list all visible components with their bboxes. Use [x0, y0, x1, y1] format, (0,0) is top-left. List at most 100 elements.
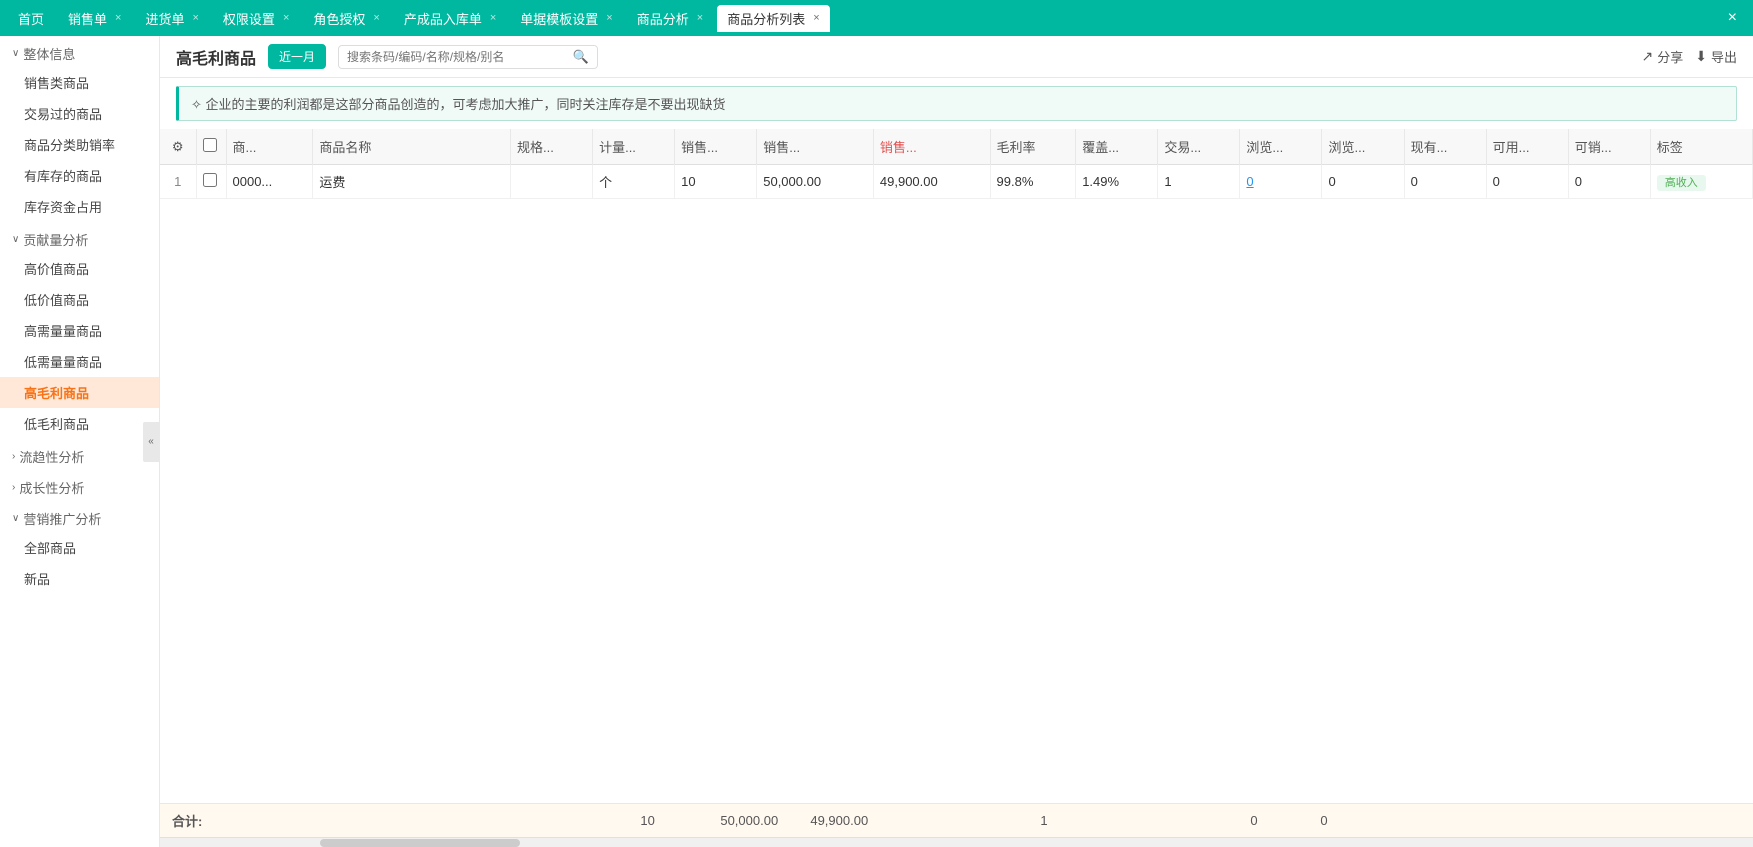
- nav-item-sales[interactable]: 销售单 ×: [58, 5, 131, 32]
- col-current-stock[interactable]: 现有...: [1404, 129, 1486, 165]
- search-input[interactable]: [347, 50, 567, 64]
- sidebar-item-low-value[interactable]: 低价值商品: [0, 284, 159, 315]
- sidebar-item-high-demand[interactable]: 高需量量商品: [0, 315, 159, 346]
- sidebar-collapse-button[interactable]: «: [143, 422, 159, 462]
- col-available[interactable]: 可用...: [1486, 129, 1568, 165]
- col-name[interactable]: 商品名称: [313, 129, 511, 165]
- info-bar: ✧ 企业的主要的利润都是这部分商品创造的，可考虑加大推广，同时关注库存是不要出现…: [176, 86, 1737, 121]
- sidebar-section-wealth[interactable]: ∨ 贡献量分析: [0, 222, 159, 253]
- row-tag: 高收入: [1650, 165, 1752, 199]
- row-transaction: 1: [1158, 165, 1240, 199]
- row-unit: 个: [593, 165, 675, 199]
- wealth-arrow-icon: ∨: [12, 234, 19, 245]
- sidebar-item-traded-goods[interactable]: 交易过的商品: [0, 98, 159, 129]
- row-browse1[interactable]: 0: [1240, 165, 1322, 199]
- row-coverage: 1.49%: [1076, 165, 1158, 199]
- col-checkbox: [196, 129, 226, 165]
- row-sales-qty: 10: [675, 165, 757, 199]
- row-saleable: 0: [1568, 165, 1650, 199]
- nav-item-roles[interactable]: 角色授权 ×: [303, 5, 389, 32]
- search-icon[interactable]: 🔍: [573, 49, 589, 65]
- total-available: 0: [1320, 813, 1390, 828]
- close-analysis-list-tab[interactable]: ×: [813, 12, 819, 24]
- table-header-row: ⚙ 商... 商品名称 规格... 计量... 销售... 销售... 销售..…: [160, 129, 1753, 165]
- sidebar-item-low-margin[interactable]: 低毛利商品: [0, 408, 159, 439]
- close-analysis-tab[interactable]: ×: [697, 12, 703, 24]
- close-app-button[interactable]: ×: [1720, 9, 1745, 27]
- nav-item-home[interactable]: 首页: [8, 5, 54, 32]
- top-nav: 首页 销售单 × 进货单 × 权限设置 × 角色授权 × 产成品入库单 × 单据…: [0, 0, 1753, 36]
- export-button[interactable]: ⬇ 导出: [1695, 47, 1737, 66]
- row-checkbox[interactable]: [196, 165, 226, 199]
- row-current-stock: 0: [1404, 165, 1486, 199]
- row-browse2: 0: [1322, 165, 1404, 199]
- main-layout: « ∨ 整体信息 销售类商品 交易过的商品 商品分类助销率 有库存的商品 库存资…: [0, 36, 1753, 847]
- growth-arrow-icon: ›: [12, 482, 15, 493]
- nav-item-template[interactable]: 单据模板设置 ×: [510, 5, 622, 32]
- sidebar-item-high-value[interactable]: 高价值商品: [0, 253, 159, 284]
- content-area: 高毛利商品 近一月 🔍 ↗ 分享 ⬇ 导出 ✧ 企业的主要的利润都是这部分商品创…: [160, 36, 1753, 847]
- sidebar-item-all-goods[interactable]: 全部商品: [0, 532, 159, 563]
- close-roles-tab[interactable]: ×: [373, 12, 379, 24]
- col-browse1[interactable]: 浏览...: [1240, 129, 1322, 165]
- close-productsin-tab[interactable]: ×: [490, 12, 496, 24]
- col-margin-rate[interactable]: 毛利率: [990, 129, 1076, 165]
- nav-item-products-in[interactable]: 产成品入库单 ×: [394, 5, 506, 32]
- row-sales-amt: 50,000.00: [757, 165, 874, 199]
- share-button[interactable]: ↗ 分享: [1642, 47, 1684, 66]
- bottom-scrollbar[interactable]: [160, 837, 1753, 847]
- total-label: 合计:: [172, 811, 202, 830]
- col-settings[interactable]: ⚙: [160, 129, 196, 165]
- col-sales-profit[interactable]: 销售...: [873, 129, 990, 165]
- sidebar-item-goods-contribution[interactable]: 商品分类助销率: [0, 129, 159, 160]
- col-coverage[interactable]: 覆盖...: [1076, 129, 1158, 165]
- overview-arrow-icon: ∨: [12, 48, 19, 59]
- table-container: ⚙ 商... 商品名称 规格... 计量... 销售... 销售... 销售..…: [160, 129, 1753, 803]
- data-table: ⚙ 商... 商品名称 规格... 计量... 销售... 销售... 销售..…: [160, 129, 1753, 199]
- select-all-checkbox[interactable]: [203, 138, 217, 152]
- col-tag[interactable]: 标签: [1650, 129, 1752, 165]
- close-template-tab[interactable]: ×: [606, 12, 612, 24]
- sidebar-item-low-demand[interactable]: 低需量量商品: [0, 346, 159, 377]
- row-available: 0: [1486, 165, 1568, 199]
- row-name: 运费: [313, 165, 511, 199]
- share-icon: ↗: [1642, 48, 1654, 65]
- col-code[interactable]: 商...: [226, 129, 313, 165]
- sidebar-item-in-stock-goods[interactable]: 有库存的商品: [0, 160, 159, 191]
- close-purchase-tab[interactable]: ×: [192, 12, 198, 24]
- footer-total: 合计: 10 50,000.00 49,900.00 1 0 0: [160, 803, 1753, 837]
- sidebar-item-sales-goods[interactable]: 销售类商品: [0, 67, 159, 98]
- total-current-stock: 0: [1250, 813, 1320, 828]
- sidebar-item-stock-capital[interactable]: 库存资金占用: [0, 191, 159, 222]
- total-sales-amt: 50,000.00: [720, 813, 810, 828]
- col-spec[interactable]: 规格...: [511, 129, 593, 165]
- filter-recent-month-button[interactable]: 近一月: [268, 44, 326, 69]
- sidebar-section-trend[interactable]: › 流趋性分析: [0, 439, 159, 470]
- nav-item-analysis[interactable]: 商品分析 ×: [627, 5, 713, 32]
- content-header: 高毛利商品 近一月 🔍 ↗ 分享 ⬇ 导出: [160, 36, 1753, 78]
- header-actions: ↗ 分享 ⬇ 导出: [1642, 47, 1738, 66]
- marketing-arrow-icon: ∨: [12, 513, 19, 524]
- page-title: 高毛利商品: [176, 45, 256, 69]
- sidebar-section-growth[interactable]: › 成长性分析: [0, 470, 159, 501]
- nav-item-purchase[interactable]: 进货单 ×: [135, 5, 208, 32]
- row-spec: [511, 165, 593, 199]
- scroll-thumb[interactable]: [320, 839, 520, 847]
- sidebar-item-high-margin[interactable]: 高毛利商品: [0, 377, 159, 408]
- row-code: 0000...: [226, 165, 313, 199]
- col-browse2[interactable]: 浏览...: [1322, 129, 1404, 165]
- close-sales-tab[interactable]: ×: [115, 12, 121, 24]
- sidebar-item-new-goods[interactable]: 新品: [0, 563, 159, 594]
- col-saleable[interactable]: 可销...: [1568, 129, 1650, 165]
- col-sales-qty[interactable]: 销售...: [675, 129, 757, 165]
- col-unit[interactable]: 计量...: [593, 129, 675, 165]
- col-transaction[interactable]: 交易...: [1158, 129, 1240, 165]
- nav-item-analysis-list[interactable]: 商品分析列表 ×: [717, 5, 829, 32]
- sidebar-section-overview[interactable]: ∨ 整体信息: [0, 36, 159, 67]
- col-sales-amt[interactable]: 销售...: [757, 129, 874, 165]
- sidebar-section-marketing[interactable]: ∨ 营销推广分析: [0, 501, 159, 532]
- row-sales-profit: 49,900.00: [873, 165, 990, 199]
- total-sales-profit: 49,900.00: [810, 813, 900, 828]
- nav-item-permissions[interactable]: 权限设置 ×: [213, 5, 299, 32]
- close-permissions-tab[interactable]: ×: [283, 12, 289, 24]
